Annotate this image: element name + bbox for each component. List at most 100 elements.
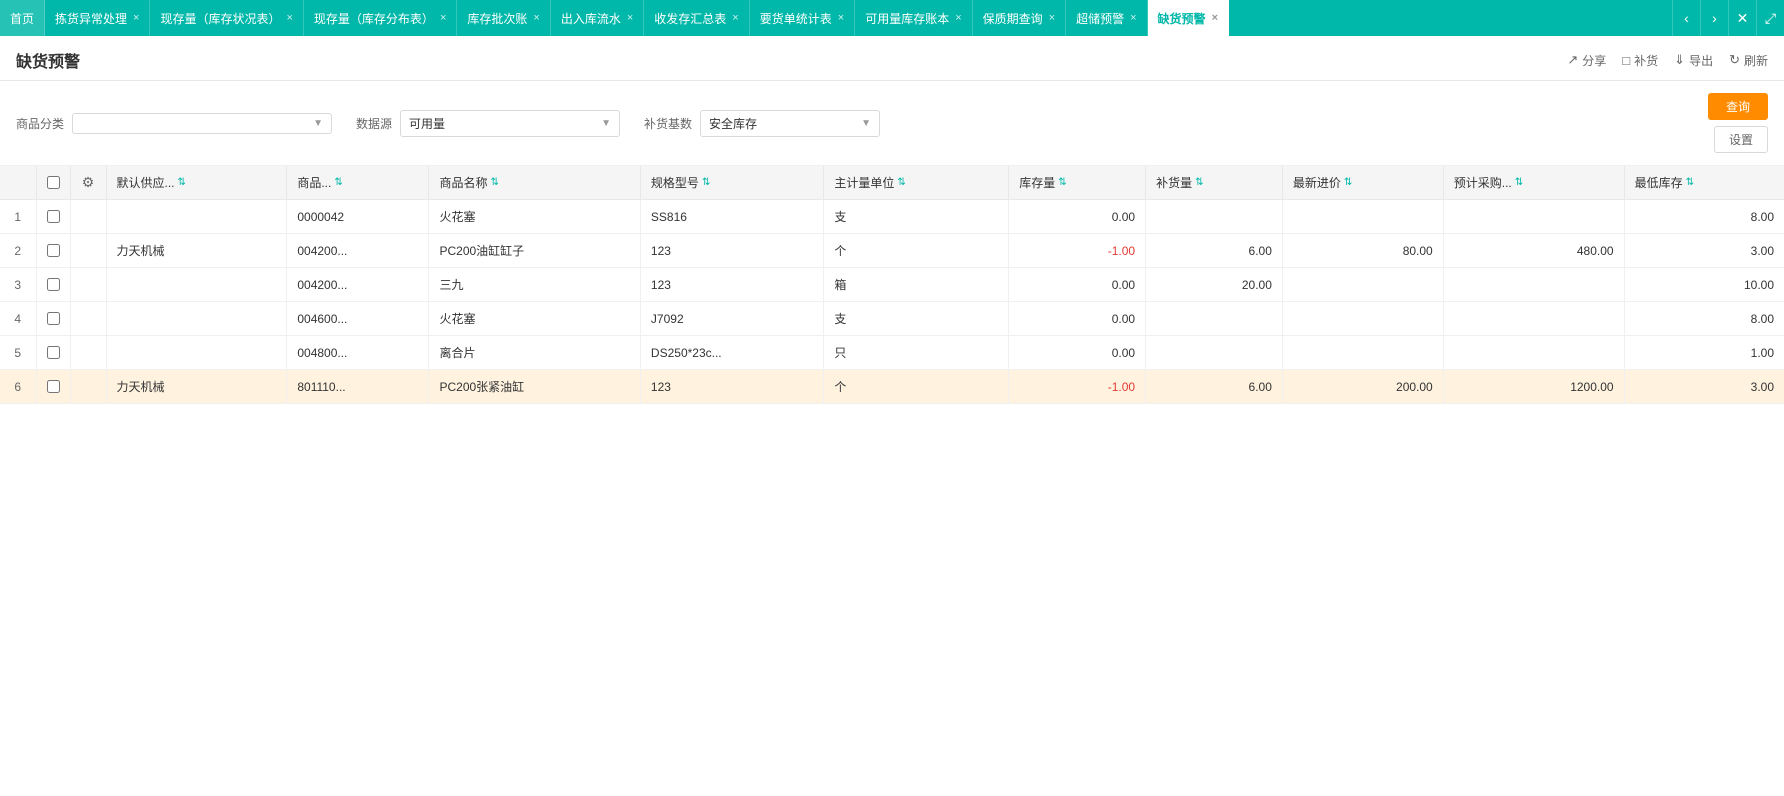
close-tab-summary[interactable]: × (732, 12, 738, 24)
share-icon: ↗ (1567, 52, 1578, 68)
nav-tab-stock-dist[interactable]: 现存量（库存分布表） × (304, 0, 457, 36)
th-estimated-purchase: 预计采购... ⇅ (1443, 166, 1624, 200)
nav-tab-overstock[interactable]: 超储预警 × (1066, 0, 1147, 36)
sort-latest-price[interactable]: 最新进价 ⇅ (1293, 174, 1433, 191)
close-tab-stock-status[interactable]: × (286, 12, 292, 24)
row-checkbox[interactable] (47, 346, 60, 359)
sort-product-name[interactable]: 商品名称 ⇅ (439, 174, 629, 191)
row-spec: 123 (640, 268, 823, 302)
table-row: 4 004600... 火花塞 J7092 支 0.00 8.00 (0, 302, 1784, 336)
nav-tab-stock-status[interactable]: 现存量（库存状况表） × (150, 0, 303, 36)
share-button[interactable]: ↗ 分享 (1567, 52, 1606, 69)
nav-tab-flow[interactable]: 出入库流水 × (551, 0, 644, 36)
row-spec: DS250*23c... (640, 336, 823, 370)
replenish-button[interactable]: □ 补货 (1622, 52, 1658, 69)
row-unit: 个 (824, 370, 1009, 404)
refresh-button[interactable]: ↻ 刷新 (1729, 52, 1768, 69)
select-all-checkbox[interactable] (47, 176, 60, 189)
row-checkbox[interactable] (47, 210, 60, 223)
close-tab-expiry[interactable]: × (1049, 12, 1055, 24)
row-num: 4 (0, 302, 36, 336)
row-product-code: 004200... (287, 268, 429, 302)
datasource-dropdown-icon: ▼ (601, 118, 611, 129)
sort-stock[interactable]: 库存量 ⇅ (1019, 174, 1135, 191)
table-row: 3 004200... 三九 123 箱 0.00 20.00 10.00 (0, 268, 1784, 302)
column-settings-icon[interactable]: ⚙ (82, 174, 95, 190)
sort-replenish[interactable]: 补货量 ⇅ (1156, 174, 1272, 191)
table-row: 5 004800... 离合片 DS250*23c... 只 0.00 1.00 (0, 336, 1784, 370)
row-supplier (106, 336, 287, 370)
sort-product-code[interactable]: 商品... ⇅ (297, 174, 418, 191)
row-replenish (1146, 336, 1283, 370)
replenish-icon: □ (1622, 53, 1630, 68)
row-spec: J7092 (640, 302, 823, 336)
nav-tab-order-stat[interactable]: 要货单统计表 × (750, 0, 855, 36)
row-num: 1 (0, 200, 36, 234)
replenish-base-value: 安全库存 (709, 115, 757, 132)
row-supplier (106, 268, 287, 302)
row-product-code: 0000042 (287, 200, 429, 234)
row-min-stock: 10.00 (1624, 268, 1784, 302)
main-content: 缺货预警 ↗ 分享 □ 补货 ⇓ 导出 ↻ 刷新 商品分类 (0, 36, 1784, 796)
row-product-code: 004200... (287, 234, 429, 268)
nav-close-button[interactable]: ✕ (1728, 0, 1756, 36)
sort-unit-icon: ⇅ (897, 177, 905, 188)
row-checkbox[interactable] (47, 244, 60, 257)
row-checkbox[interactable] (47, 380, 60, 393)
sort-min-stock-icon: ⇅ (1686, 177, 1694, 188)
sort-min-stock[interactable]: 最低库存 ⇅ (1635, 174, 1774, 191)
replenish-base-label: 补货基数 (644, 115, 692, 132)
row-replenish: 6.00 (1146, 234, 1283, 268)
row-unit: 箱 (824, 268, 1009, 302)
row-stock: -1.00 (1009, 234, 1146, 268)
nav-next-button[interactable]: › (1700, 0, 1728, 36)
datasource-filter-group: 数据源 可用量 ▼ (356, 110, 620, 137)
nav-expand-button[interactable]: ⤢ (1756, 0, 1784, 36)
row-checkbox[interactable] (47, 278, 60, 291)
export-button[interactable]: ⇓ 导出 (1674, 52, 1713, 69)
table-body: 1 0000042 火花塞 SS816 支 0.00 8.00 2 (0, 200, 1784, 404)
close-tab-order-stat[interactable]: × (838, 12, 844, 24)
close-tab-abnormal[interactable]: × (133, 12, 139, 24)
row-settings-cell (70, 370, 106, 404)
sort-replenish-icon: ⇅ (1195, 177, 1203, 188)
row-latest-price (1282, 200, 1443, 234)
query-button[interactable]: 查询 (1708, 93, 1768, 120)
category-select[interactable]: ▼ (72, 113, 332, 134)
row-spec: 123 (640, 370, 823, 404)
row-latest-price: 80.00 (1282, 234, 1443, 268)
row-checkbox[interactable] (47, 312, 60, 325)
sort-spec[interactable]: 规格型号 ⇅ (651, 174, 813, 191)
sort-estimated-purchase[interactable]: 预计采购... ⇅ (1454, 174, 1614, 191)
category-filter-group: 商品分类 ▼ (16, 113, 332, 134)
nav-tab-abnormal[interactable]: 拣货异常处理 × (45, 0, 150, 36)
sort-supplier[interactable]: 默认供应... ⇅ (117, 174, 277, 191)
datasource-select[interactable]: 可用量 ▼ (400, 110, 620, 137)
nav-tab-expiry[interactable]: 保质期查询 × (973, 0, 1066, 36)
nav-prev-button[interactable]: ‹ (1672, 0, 1700, 36)
row-unit: 只 (824, 336, 1009, 370)
table-area: ⚙ 默认供应... ⇅ 商品... ⇅ (0, 166, 1784, 404)
replenish-base-select[interactable]: 安全库存 ▼ (700, 110, 880, 137)
nav-tab-home[interactable]: 首页 (0, 0, 45, 36)
nav-tab-available[interactable]: 可用量库存账本 × (855, 0, 972, 36)
row-supplier (106, 302, 287, 336)
row-spec: 123 (640, 234, 823, 268)
row-estimated-purchase (1443, 268, 1624, 302)
close-tab-overstock[interactable]: × (1130, 12, 1136, 24)
close-tab-shortage[interactable]: × (1212, 12, 1218, 24)
datasource-label: 数据源 (356, 115, 392, 132)
close-tab-batch[interactable]: × (533, 12, 539, 24)
export-icon: ⇓ (1674, 52, 1685, 68)
th-supplier: 默认供应... ⇅ (106, 166, 287, 200)
nav-tab-batch[interactable]: 库存批次账 × (457, 0, 550, 36)
close-tab-flow[interactable]: × (627, 12, 633, 24)
nav-tab-summary[interactable]: 收发存汇总表 × (644, 0, 749, 36)
sort-unit[interactable]: 主计量单位 ⇅ (834, 174, 998, 191)
row-num: 5 (0, 336, 36, 370)
nav-tab-shortage[interactable]: 缺货预警 × (1148, 0, 1229, 36)
close-tab-available[interactable]: × (955, 12, 961, 24)
close-tab-stock-dist[interactable]: × (440, 12, 446, 24)
row-replenish (1146, 302, 1283, 336)
settings-button[interactable]: 设置 (1714, 126, 1768, 153)
